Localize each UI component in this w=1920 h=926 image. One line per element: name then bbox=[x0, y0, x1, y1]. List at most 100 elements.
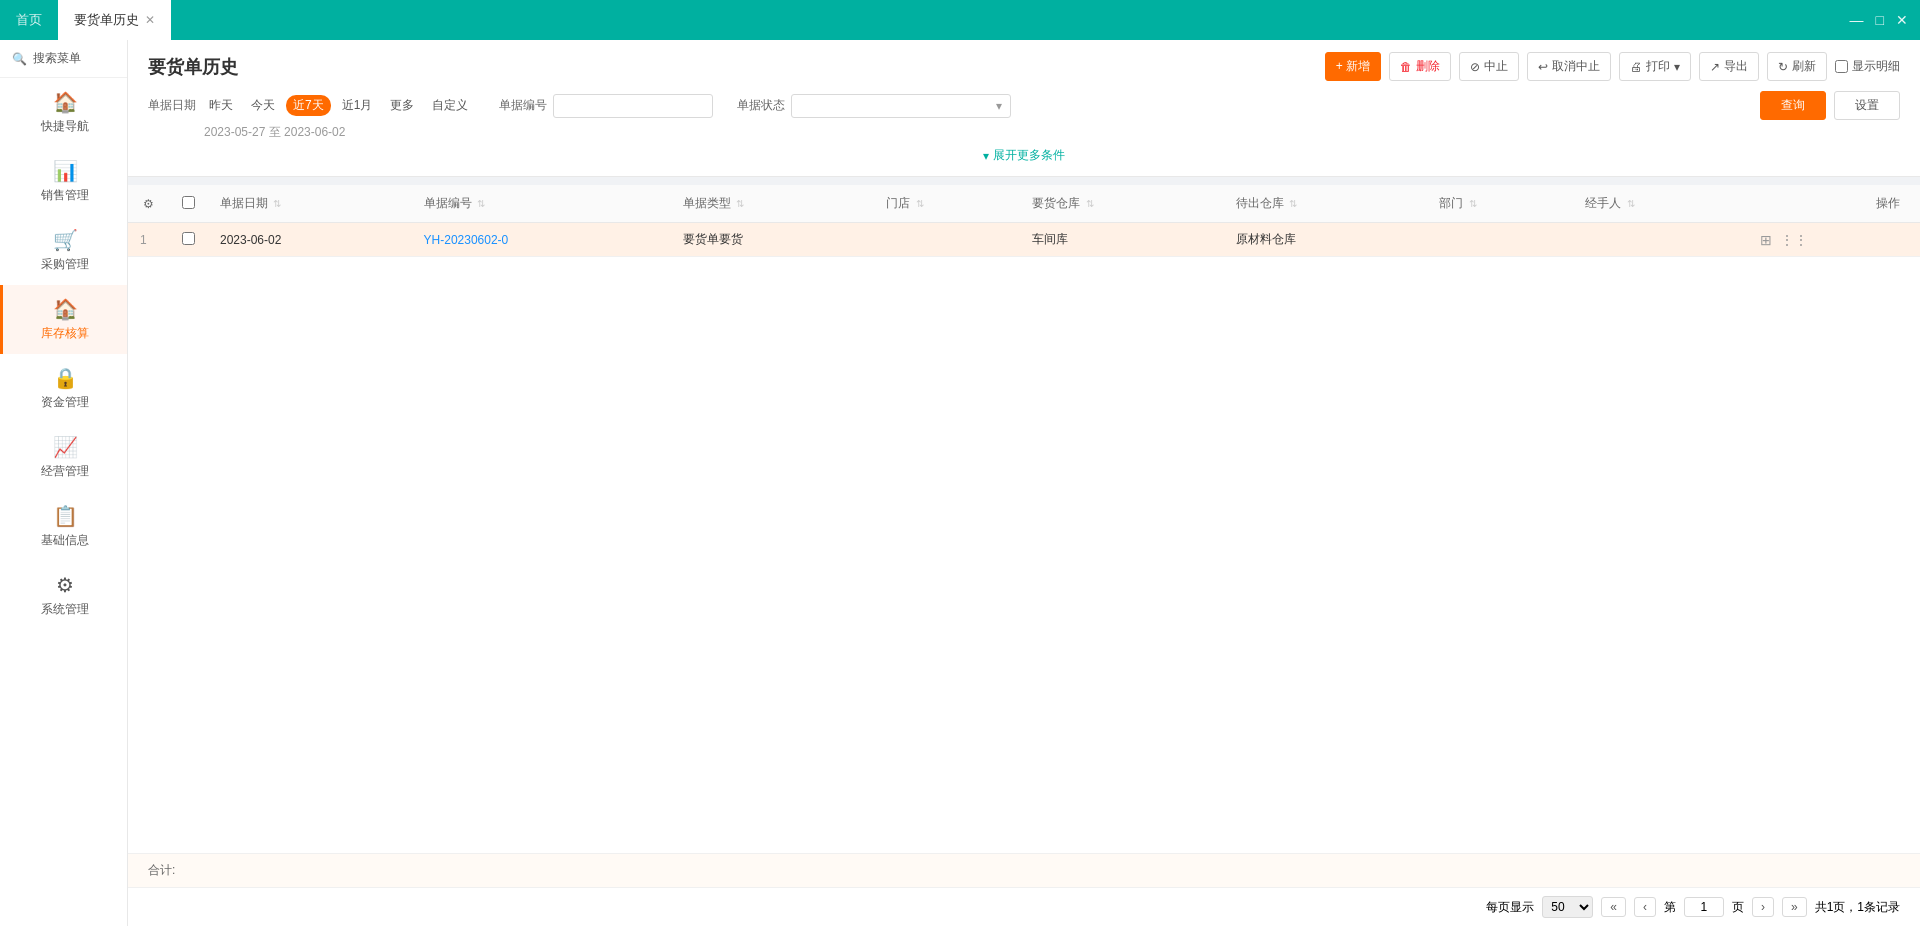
stop-label: 中止 bbox=[1484, 58, 1508, 75]
sidebar-item-system[interactable]: ⚙ 系统管理 bbox=[0, 561, 127, 630]
sidebar-item-inventory[interactable]: 🏠 库存核算 bbox=[0, 285, 127, 354]
settings-col-header[interactable]: ⚙ bbox=[128, 185, 168, 223]
display-detail-toggle[interactable]: 显示明细 bbox=[1835, 58, 1900, 75]
print-label: 打印 bbox=[1646, 58, 1670, 75]
stop-button[interactable]: ⊘ 中止 bbox=[1459, 52, 1519, 81]
sidebar-item-sales[interactable]: 📊 销售管理 bbox=[0, 147, 127, 216]
print-button[interactable]: 🖨 打印 ▾ bbox=[1619, 52, 1691, 81]
tab-purchase-history[interactable]: 要货单历史 ✕ bbox=[58, 0, 171, 40]
row-doc-no[interactable]: YH-20230602-0 bbox=[412, 223, 671, 257]
view-action-icon[interactable]: ⊞ bbox=[1760, 232, 1772, 248]
table-container: ⚙ 单据日期 ⇅ 单据编号 ⇅ bbox=[128, 185, 1920, 926]
row-actions: ⊞ ⋮⋮ bbox=[1748, 223, 1920, 257]
pending-warehouse-col-header[interactable]: 待出仓库 ⇅ bbox=[1224, 185, 1427, 223]
doc-status-filter-label: 单据状态 bbox=[737, 97, 785, 114]
store-col-label: 门店 bbox=[886, 196, 910, 210]
refresh-button[interactable]: ↻ 刷新 bbox=[1767, 52, 1827, 81]
doc-status-dropdown-icon: ▾ bbox=[996, 99, 1002, 113]
query-button[interactable]: 查询 bbox=[1760, 91, 1826, 120]
settings-button[interactable]: 设置 bbox=[1834, 91, 1900, 120]
purchase-icon: 🛒 bbox=[53, 228, 78, 252]
expand-more-label: 展开更多条件 bbox=[993, 147, 1065, 164]
toolbar: + 新增 🗑 删除 ⊘ 中止 ↩ 取消中止 🖨 bbox=[1325, 52, 1900, 81]
last-page-btn[interactable]: » bbox=[1782, 897, 1807, 917]
date-yesterday[interactable]: 昨天 bbox=[202, 95, 240, 116]
doc-no-filter-group: 单据编号 bbox=[499, 94, 713, 118]
page-label: 第 bbox=[1664, 899, 1676, 916]
next-page-btn[interactable]: › bbox=[1752, 897, 1774, 917]
row-checkbox-cell[interactable] bbox=[168, 223, 208, 257]
page-title-row: 要货单历史 + 新增 🗑 删除 ⊘ 中止 ↩ 取消中止 bbox=[148, 52, 1900, 81]
sidebar-item-quick-nav-label: 快捷导航 bbox=[41, 118, 89, 135]
cancel-stop-button[interactable]: ↩ 取消中止 bbox=[1527, 52, 1611, 81]
export-button[interactable]: ↗ 导出 bbox=[1699, 52, 1759, 81]
close-button[interactable]: ✕ bbox=[1896, 12, 1908, 28]
total-label: 合计: bbox=[148, 863, 175, 877]
expand-more-btn[interactable]: ▾ 展开更多条件 bbox=[148, 141, 1900, 166]
operation-icon: 📈 bbox=[53, 435, 78, 459]
filter-row: 单据日期 昨天 今天 近7天 近1月 更多 自定义 单据编号 bbox=[148, 91, 1900, 120]
filter-bar: 单据日期 昨天 今天 近7天 近1月 更多 自定义 单据编号 bbox=[148, 91, 1900, 176]
add-label: + 新增 bbox=[1336, 58, 1370, 75]
per-page-select[interactable]: 50 10 20 100 bbox=[1542, 896, 1593, 918]
expand-icon: ▾ bbox=[983, 149, 989, 163]
page-header: 要货单历史 + 新增 🗑 删除 ⊘ 中止 ↩ 取消中止 bbox=[128, 40, 1920, 177]
sidebar-item-basic[interactable]: 📋 基础信息 bbox=[0, 492, 127, 561]
sales-icon: 📊 bbox=[53, 159, 78, 183]
pending-warehouse-col-label: 待出仓库 bbox=[1236, 196, 1284, 210]
inventory-icon: 🏠 bbox=[53, 297, 78, 321]
row-checkbox[interactable] bbox=[182, 232, 195, 245]
store-col-header[interactable]: 门店 ⇅ bbox=[874, 185, 1020, 223]
date-7days[interactable]: 近7天 bbox=[286, 95, 331, 116]
row-date: 2023-06-02 bbox=[208, 223, 412, 257]
pending-warehouse-sort-icon: ⇅ bbox=[1289, 198, 1297, 209]
first-page-btn[interactable]: « bbox=[1601, 897, 1626, 917]
sidebar-item-system-label: 系统管理 bbox=[41, 601, 89, 618]
req-warehouse-sort-icon: ⇅ bbox=[1086, 198, 1094, 209]
page-title: 要货单历史 bbox=[148, 55, 238, 79]
more-action-icon[interactable]: ⋮⋮ bbox=[1780, 232, 1808, 248]
minimize-button[interactable]: — bbox=[1850, 12, 1864, 28]
date-range-text: 2023-05-27 至 2023-06-02 bbox=[204, 125, 345, 139]
date-col-header[interactable]: 单据日期 ⇅ bbox=[208, 185, 412, 223]
tab-list: 首页 要货单历史 ✕ bbox=[0, 0, 1838, 40]
tab-purchase-history-close[interactable]: ✕ bbox=[145, 13, 155, 27]
sidebar-item-finance[interactable]: 🔒 资金管理 bbox=[0, 354, 127, 423]
window-controls: — □ ✕ bbox=[1838, 12, 1920, 28]
filter-actions: 查询 设置 bbox=[1760, 91, 1900, 120]
finance-icon: 🔒 bbox=[53, 366, 78, 390]
select-all-checkbox[interactable] bbox=[182, 196, 195, 209]
tab-home[interactable]: 首页 bbox=[0, 0, 58, 40]
date-col-label: 单据日期 bbox=[220, 196, 268, 210]
doc-no-input[interactable] bbox=[553, 94, 713, 118]
add-button[interactable]: + 新增 bbox=[1325, 52, 1381, 81]
sidebar-item-quick-nav[interactable]: 🏠 快捷导航 bbox=[0, 78, 127, 147]
doc-status-select[interactable]: ▾ bbox=[791, 94, 1011, 118]
req-warehouse-col-header[interactable]: 要货仓库 ⇅ bbox=[1020, 185, 1223, 223]
display-detail-checkbox-input[interactable] bbox=[1835, 60, 1848, 73]
doc-no-col-header[interactable]: 单据编号 ⇅ bbox=[412, 185, 671, 223]
sidebar-item-operation[interactable]: 📈 经营管理 bbox=[0, 423, 127, 492]
date-range-display: 2023-05-27 至 2023-06-02 bbox=[148, 124, 1900, 141]
doc-no-link[interactable]: YH-20230602-0 bbox=[424, 233, 509, 247]
date-1month[interactable]: 近1月 bbox=[335, 95, 380, 116]
date-today[interactable]: 今天 bbox=[244, 95, 282, 116]
dept-col-header[interactable]: 部门 ⇅ bbox=[1427, 185, 1573, 223]
sidebar-item-purchase[interactable]: 🛒 采购管理 bbox=[0, 216, 127, 285]
maximize-button[interactable]: □ bbox=[1876, 12, 1884, 28]
date-sort-icon: ⇅ bbox=[273, 198, 281, 209]
page-input[interactable] bbox=[1684, 897, 1724, 917]
row-dept bbox=[1427, 223, 1573, 257]
delete-label: 删除 bbox=[1416, 58, 1440, 75]
checkbox-col-header[interactable] bbox=[168, 185, 208, 223]
row-handler bbox=[1573, 223, 1748, 257]
search-menu[interactable]: 🔍 搜索菜单 bbox=[0, 40, 127, 78]
doc-type-col-header[interactable]: 单据类型 ⇅ bbox=[671, 185, 874, 223]
prev-page-btn[interactable]: ‹ bbox=[1634, 897, 1656, 917]
date-more[interactable]: 更多 bbox=[383, 95, 421, 116]
date-shortcuts: 昨天 今天 近7天 近1月 更多 自定义 bbox=[202, 95, 475, 116]
sidebar-item-sales-label: 销售管理 bbox=[41, 187, 89, 204]
delete-button[interactable]: 🗑 删除 bbox=[1389, 52, 1451, 81]
date-custom[interactable]: 自定义 bbox=[425, 95, 475, 116]
handler-col-header[interactable]: 经手人 ⇅ bbox=[1573, 185, 1748, 223]
